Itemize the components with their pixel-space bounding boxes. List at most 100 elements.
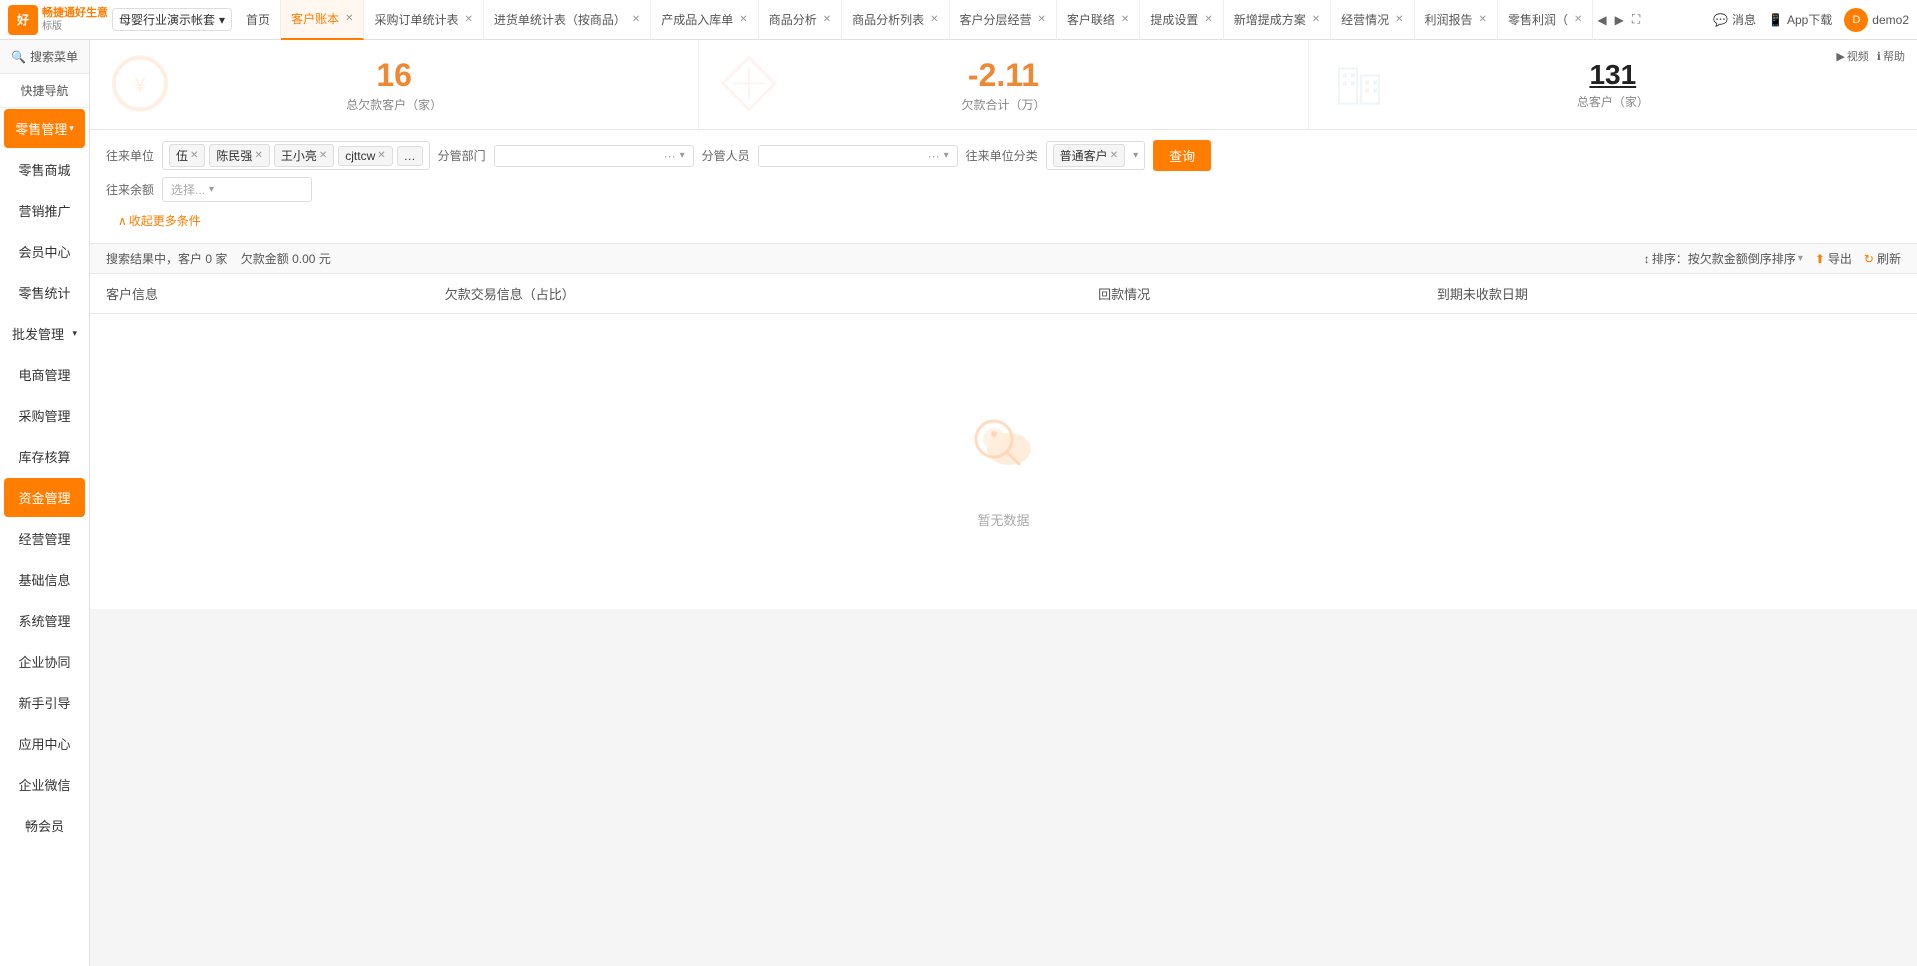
close-tab-raise-setting[interactable]: ✕	[1204, 14, 1212, 25]
sidebar: 🔍 搜索菜单 快捷导航 零售管理 ▾ 零售商城 营销推广 会员中心 零售统计 批…	[0, 40, 90, 966]
remove-tag-default[interactable]: ✕	[190, 150, 198, 161]
close-tab-product-analysis[interactable]: ✕	[823, 14, 831, 25]
video-icon: ▶	[1836, 50, 1844, 63]
close-tab-new-raise[interactable]: ✕	[1312, 14, 1320, 25]
stat-total-debtors: ¥ 16 总欠款客户（家）	[90, 40, 699, 129]
tab-product-analysis-list[interactable]: 商品分析列表 ✕	[842, 0, 949, 40]
col-repayment: 回款情况	[1082, 274, 1421, 314]
quick-nav-item[interactable]: 快捷导航	[0, 74, 89, 108]
sidebar-item-vip-member[interactable]: 畅会员	[4, 806, 85, 845]
unit-class-filter[interactable]: 普通客户 ✕ ▾	[1046, 141, 1145, 170]
sidebar-item-label: 资金管理	[18, 491, 70, 506]
export-btn[interactable]: ⬆ 导出	[1815, 250, 1852, 267]
filter-tag-more[interactable]: …	[397, 146, 423, 166]
sidebar-item-operations[interactable]: 经营管理	[4, 519, 85, 558]
tab-product-cost[interactable]: 产成品入库单 ✕	[651, 0, 758, 40]
balance-filter-select[interactable]: 选择... ▾	[162, 177, 312, 202]
tab-home[interactable]: 首页	[236, 0, 281, 40]
app-logo: 好	[8, 5, 38, 35]
sidebar-item-finance[interactable]: 资金管理	[4, 478, 85, 517]
tab-new-raise[interactable]: 新增提成方案 ✕	[1224, 0, 1331, 40]
person-filter-label: 分管人员	[702, 147, 750, 164]
tab-purchase-stats[interactable]: 进货单统计表（按商品） ✕	[484, 0, 651, 40]
tabs-left-arrow[interactable]: ◀	[1593, 11, 1610, 29]
app-download-btn[interactable]: 📱 App下载	[1768, 11, 1832, 28]
sidebar-item-ecommerce[interactable]: 电商管理	[4, 355, 85, 394]
close-tab-business-status[interactable]: ✕	[1395, 14, 1403, 25]
close-tab-purchase-order[interactable]: ✕	[464, 14, 472, 25]
sidebar-item-enterprise-wechat[interactable]: 企业微信	[4, 765, 85, 804]
filter-tag-chen: 陈民强 ✕	[209, 144, 269, 167]
tab-raise-setting[interactable]: 提成设置 ✕	[1140, 0, 1223, 40]
message-btn[interactable]: 💬 消息	[1713, 11, 1756, 28]
empty-icon	[954, 394, 1054, 510]
refresh-btn[interactable]: ↻ 刷新	[1864, 250, 1901, 267]
sidebar-item-label: 系统管理	[18, 614, 70, 629]
video-btn[interactable]: ▶ 视频	[1836, 48, 1868, 64]
sidebar-item-purchase[interactable]: 采购管理	[4, 396, 85, 435]
maximize-icon[interactable]: ⛶	[1628, 10, 1644, 29]
sidebar-search[interactable]: 🔍 搜索菜单	[0, 40, 89, 74]
stat-total-customers: 131 总客户（家） ▶ 视频 ℹ 帮助	[1309, 40, 1917, 129]
tab-business-status[interactable]: 经营情况 ✕	[1331, 0, 1414, 40]
balance-chevron-icon: ▾	[209, 184, 214, 195]
tabs-right-arrow[interactable]: ▶	[1611, 11, 1628, 29]
sidebar-item-member[interactable]: 会员中心	[4, 232, 85, 271]
unit-class-chevron: ▾	[1133, 150, 1138, 161]
remove-tag-wang[interactable]: ✕	[319, 150, 327, 161]
collapse-btn[interactable]: ∧ 收起更多条件	[106, 208, 1901, 233]
sidebar-item-basic-info[interactable]: 基础信息	[4, 560, 85, 599]
sidebar-item-retail-mgmt[interactable]: 零售管理 ▾	[4, 109, 85, 148]
tab-customer-book[interactable]: 客户账本 ✕	[281, 0, 364, 40]
sidebar-item-system[interactable]: 系统管理	[4, 601, 85, 640]
sidebar-item-app-center[interactable]: 应用中心	[4, 724, 85, 763]
sort-dropdown[interactable]: ↕ 排序：按欠款金额倒序排序 ▾	[1644, 250, 1803, 267]
unit-class-label: 往来单位分类	[966, 147, 1038, 164]
top-navigation: 好 畅捷通好生意 标版 母婴行业演示帐套 ▾ 首页 客户账本 ✕ 采购订单统计表…	[0, 0, 1917, 40]
table-area: 客户信息 欠款交易信息（占比） 回款情况 到期未收款日期	[90, 274, 1917, 966]
person-chevron-icon: ▾	[944, 150, 949, 161]
close-tab-profit-report[interactable]: ✕	[1479, 14, 1487, 25]
logo-area: 好 畅捷通好生意 标版 母婴行业演示帐套 ▾	[8, 5, 232, 35]
debt-amount: 0.00	[292, 252, 315, 266]
export-icon: ⬆	[1815, 252, 1825, 266]
chevron-down-icon: ▾	[219, 13, 225, 27]
filter-tag-default: 伍 ✕	[169, 144, 205, 167]
remove-tag-cjttcw[interactable]: ✕	[377, 150, 385, 161]
close-tab-customer-contact[interactable]: ✕	[1121, 14, 1129, 25]
sidebar-item-retail-store[interactable]: 零售商城	[4, 150, 85, 189]
sidebar-item-inventory[interactable]: 库存核算	[4, 437, 85, 476]
sidebar-item-newbie[interactable]: 新手引导	[4, 683, 85, 722]
tab-retail-profit[interactable]: 零售利润（ ✕	[1498, 0, 1593, 40]
sidebar-item-batch-mgmt[interactable]: 批发管理 ▾	[4, 314, 85, 353]
tab-customer-contact[interactable]: 客户联络 ✕	[1057, 0, 1140, 40]
remove-tag-normal[interactable]: ✕	[1110, 150, 1118, 161]
close-tab-product-cost[interactable]: ✕	[739, 14, 747, 25]
tab-product-analysis[interactable]: 商品分析 ✕	[759, 0, 842, 40]
close-tab-customer-book[interactable]: ✕	[345, 13, 353, 24]
stat-debtors-value: 16	[376, 57, 412, 94]
user-avatar[interactable]: D demo2	[1844, 8, 1909, 32]
close-tab-purchase-stats[interactable]: ✕	[632, 14, 640, 25]
dots-icon-2: ···	[928, 149, 940, 163]
sidebar-item-retail-stats[interactable]: 零售统计	[4, 273, 85, 312]
unit-filter-tags[interactable]: 伍 ✕ 陈民强 ✕ 王小亮 ✕ cjttcw ✕	[162, 141, 430, 170]
query-button[interactable]: 查询	[1153, 140, 1211, 171]
person-filter-select[interactable]: ··· ▾	[758, 145, 958, 167]
remove-tag-chen[interactable]: ✕	[254, 150, 262, 161]
tab-customer-tier[interactable]: 客户分层经营 ✕	[950, 0, 1057, 40]
close-tab-product-analysis-list[interactable]: ✕	[930, 14, 938, 25]
account-selector[interactable]: 母婴行业演示帐套 ▾	[112, 8, 232, 31]
help-btn[interactable]: ℹ 帮助	[1877, 48, 1905, 64]
close-tab-retail-profit[interactable]: ✕	[1574, 14, 1582, 25]
tab-purchase-order[interactable]: 采购订单统计表 ✕	[364, 0, 483, 40]
results-actions: ↕ 排序：按欠款金额倒序排序 ▾ ⬆ 导出 ↻ 刷新	[1644, 250, 1901, 267]
sidebar-item-enterprise[interactable]: 企业协同	[4, 642, 85, 681]
close-tab-customer-tier[interactable]: ✕	[1038, 14, 1046, 25]
dept-filter-select[interactable]: ··· ▾	[494, 145, 694, 167]
filter-tag-wang: 王小亮 ✕	[274, 144, 334, 167]
sidebar-item-label: 畅会员	[25, 819, 64, 834]
tab-profit-report[interactable]: 利润报告 ✕	[1415, 0, 1498, 40]
sidebar-item-marketing[interactable]: 营销推广	[4, 191, 85, 230]
app-download-label: App下载	[1787, 11, 1832, 28]
